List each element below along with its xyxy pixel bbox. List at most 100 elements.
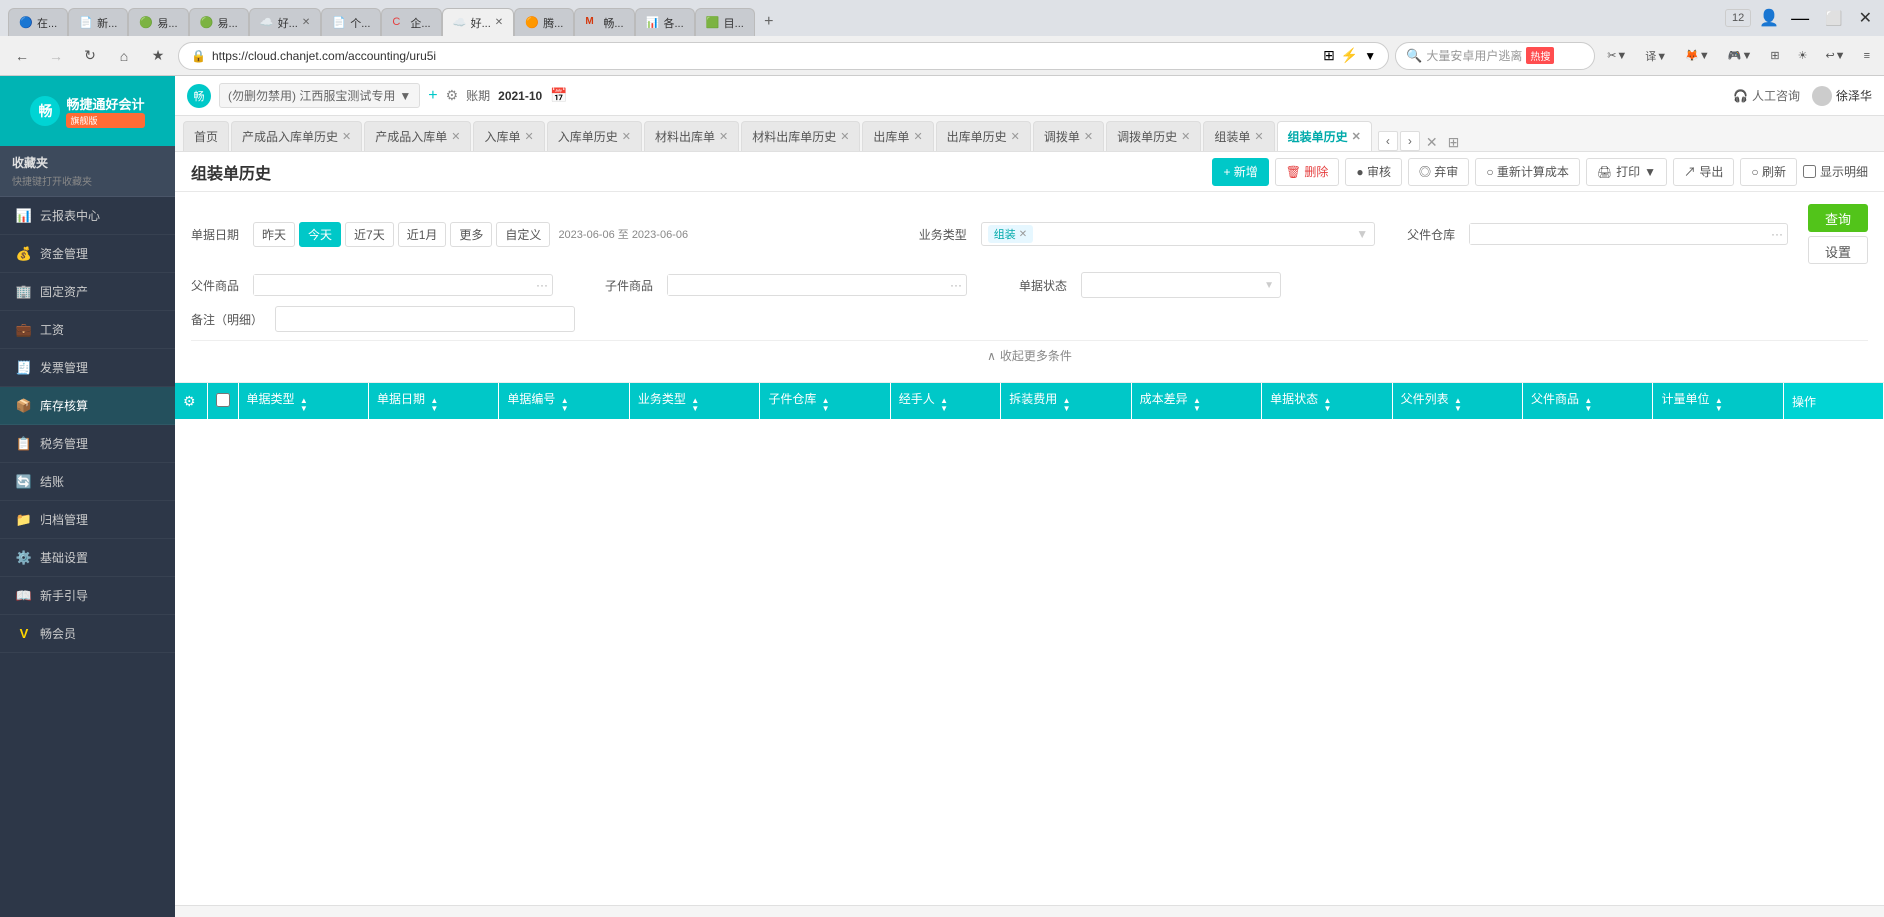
- sort-parent-goods[interactable]: ▲▼: [1584, 397, 1592, 413]
- sort-order-type[interactable]: ▲▼: [300, 397, 308, 413]
- audit-btn[interactable]: ● 审核: [1345, 158, 1402, 186]
- tab-out-history[interactable]: 出库单历史 ✕: [936, 121, 1031, 151]
- notes-input[interactable]: [275, 306, 575, 332]
- tab-bar-settings[interactable]: ⊞: [1444, 134, 1464, 151]
- sun-tool[interactable]: ☀: [1792, 47, 1814, 64]
- sidebar-item-salary[interactable]: 💼 工资: [0, 311, 175, 349]
- business-dropdown-icon[interactable]: ▼: [1356, 227, 1368, 241]
- tab-home[interactable]: 首页: [183, 121, 229, 151]
- tab-close-material-out-history[interactable]: ✕: [840, 130, 849, 143]
- tab-kit-history[interactable]: 组装单历史 ✕: [1277, 121, 1372, 151]
- tab-close-prod-in[interactable]: ✕: [451, 130, 460, 143]
- game-tool[interactable]: 🎮▼: [1722, 47, 1759, 64]
- refresh-button[interactable]: ↻: [76, 42, 104, 70]
- sort-parent-list[interactable]: ▲▼: [1454, 397, 1462, 413]
- sidebar-item-guide[interactable]: 📖 新手引导: [0, 577, 175, 615]
- sidebar-item-settings[interactable]: ⚙️ 基础设置: [0, 539, 175, 577]
- col-header-handler[interactable]: 经手人 ▲▼: [890, 383, 1000, 419]
- browser-tab-3[interactable]: 🟢 易...: [128, 8, 188, 36]
- select-all-checkbox[interactable]: [216, 393, 230, 407]
- sort-business-type[interactable]: ▲▼: [691, 397, 699, 413]
- tab-prod-in-history[interactable]: 产成品入库单历史 ✕: [231, 121, 362, 151]
- tab-bar-close-all[interactable]: ✕: [1422, 134, 1442, 151]
- bookmark-button[interactable]: ★: [144, 42, 172, 70]
- translate-tool[interactable]: 译▼: [1639, 46, 1673, 66]
- sort-child-warehouse[interactable]: ▲▼: [822, 397, 830, 413]
- col-header-order-no[interactable]: 单据编号 ▲▼: [499, 383, 629, 419]
- col-header-order-status[interactable]: 单据状态 ▲▼: [1262, 383, 1392, 419]
- col-header-order-date[interactable]: 单据日期 ▲▼: [368, 383, 498, 419]
- child-goods-field[interactable]: [668, 275, 946, 295]
- col-header-business-type[interactable]: 业务类型 ▲▼: [629, 383, 759, 419]
- col-header-parent-goods[interactable]: 父件商品 ▲▼: [1523, 383, 1653, 419]
- tab-close-in-order[interactable]: ✕: [525, 130, 534, 143]
- date-btn-today[interactable]: 今天: [299, 222, 341, 247]
- delete-btn[interactable]: 🗑 删除: [1275, 158, 1340, 186]
- lightning-icon[interactable]: ⚡: [1341, 47, 1358, 64]
- display-detail-toggle[interactable]: 显示明细: [1803, 163, 1868, 180]
- minimize-btn[interactable]: —: [1787, 8, 1813, 29]
- col-header-parent-list[interactable]: 父件列表 ▲▼: [1392, 383, 1522, 419]
- collapse-button[interactable]: ∧ 收起更多条件: [191, 340, 1868, 370]
- browser-tab-8[interactable]: ☁️ 好... ✕: [442, 8, 515, 36]
- company-settings-icon[interactable]: ⚙: [446, 87, 459, 104]
- browser-tab-2[interactable]: 📄 新...: [68, 8, 128, 36]
- sort-order-status[interactable]: ▲▼: [1323, 397, 1331, 413]
- parent-warehouse-input[interactable]: ···: [1469, 223, 1788, 245]
- table-gear-icon[interactable]: ⚙: [183, 393, 196, 409]
- browser-tab-10[interactable]: M 畅...: [574, 8, 634, 36]
- sort-handler[interactable]: ▲▼: [940, 397, 948, 413]
- browser-tab-9[interactable]: 🟠 腾...: [514, 8, 574, 36]
- child-goods-more[interactable]: ···: [946, 278, 966, 292]
- back-button[interactable]: ←: [8, 42, 36, 70]
- parent-goods-more[interactable]: ···: [532, 278, 552, 292]
- child-goods-input[interactable]: ···: [667, 274, 967, 296]
- menu-tool[interactable]: ≡: [1858, 48, 1876, 64]
- sort-order-no[interactable]: ▲▼: [561, 397, 569, 413]
- sidebar-item-inventory[interactable]: 📦 库存核算: [0, 387, 175, 425]
- tab-assembly-history[interactable]: 调拨单历史 ✕: [1106, 121, 1201, 151]
- tab-scroll-right[interactable]: ›: [1400, 131, 1420, 151]
- tab-close-5[interactable]: ✕: [302, 17, 310, 28]
- scissors-tool[interactable]: ✂▼: [1601, 47, 1633, 64]
- support-btn[interactable]: 🎧 人工咨询: [1733, 87, 1800, 104]
- col-header-disassembly-fee[interactable]: 拆装费用 ▲▼: [1001, 383, 1131, 419]
- date-btn-more[interactable]: 更多: [450, 222, 492, 247]
- parent-goods-input[interactable]: ···: [253, 274, 553, 296]
- tab-kit[interactable]: 组装单 ✕: [1203, 121, 1274, 151]
- browser-tab-4[interactable]: 🟢 易...: [189, 8, 249, 36]
- tab-close-out-history[interactable]: ✕: [1011, 130, 1020, 143]
- new-btn[interactable]: + 新增: [1212, 158, 1268, 186]
- sort-disassembly-fee[interactable]: ▲▼: [1063, 397, 1071, 413]
- col-header-cost-diff[interactable]: 成本差异 ▲▼: [1131, 383, 1261, 419]
- date-btn-custom[interactable]: 自定义: [496, 222, 550, 247]
- query-button[interactable]: 查询: [1808, 204, 1868, 232]
- tab-assembly[interactable]: 调拨单 ✕: [1033, 121, 1104, 151]
- profile-icon[interactable]: 👤: [1759, 8, 1779, 28]
- display-detail-checkbox[interactable]: [1803, 165, 1816, 178]
- recalculate-btn[interactable]: ○ 重新计算成本: [1475, 158, 1580, 186]
- parent-warehouse-field[interactable]: [1470, 224, 1767, 244]
- tab-close-material-out[interactable]: ✕: [719, 130, 728, 143]
- tab-scroll-left[interactable]: ‹: [1378, 131, 1398, 151]
- sort-order-date[interactable]: ▲▼: [430, 397, 438, 413]
- fox-tool[interactable]: 🦊▼: [1679, 47, 1716, 64]
- tab-close-8[interactable]: ✕: [495, 17, 503, 28]
- sidebar-item-checkout[interactable]: 🔄 结账: [0, 463, 175, 501]
- tab-close-prod-in-history[interactable]: ✕: [342, 130, 351, 143]
- add-company-btn[interactable]: +: [428, 87, 437, 105]
- abandon-btn[interactable]: ◎ 弃审: [1408, 158, 1469, 186]
- order-status-dropdown[interactable]: ▼: [1264, 280, 1274, 291]
- filter-settings-button[interactable]: 设置: [1808, 236, 1868, 264]
- grid-tool[interactable]: ⊞: [1764, 47, 1785, 64]
- user-info[interactable]: 徐泽华: [1812, 86, 1872, 106]
- browser-tab-6[interactable]: 📄 个...: [321, 8, 381, 36]
- export-btn[interactable]: ↗ 导出: [1673, 158, 1734, 186]
- tab-close-kit[interactable]: ✕: [1254, 130, 1263, 143]
- sidebar-item-capital[interactable]: 💰 资金管理: [0, 235, 175, 273]
- new-tab-button[interactable]: +: [755, 8, 783, 36]
- tab-close-assembly[interactable]: ✕: [1084, 130, 1093, 143]
- sidebar-bookmark[interactable]: 收藏夹 快捷键打开收藏夹: [0, 146, 175, 197]
- sidebar-item-tax[interactable]: 📋 税务管理: [0, 425, 175, 463]
- date-btn-yesterday[interactable]: 昨天: [253, 222, 295, 247]
